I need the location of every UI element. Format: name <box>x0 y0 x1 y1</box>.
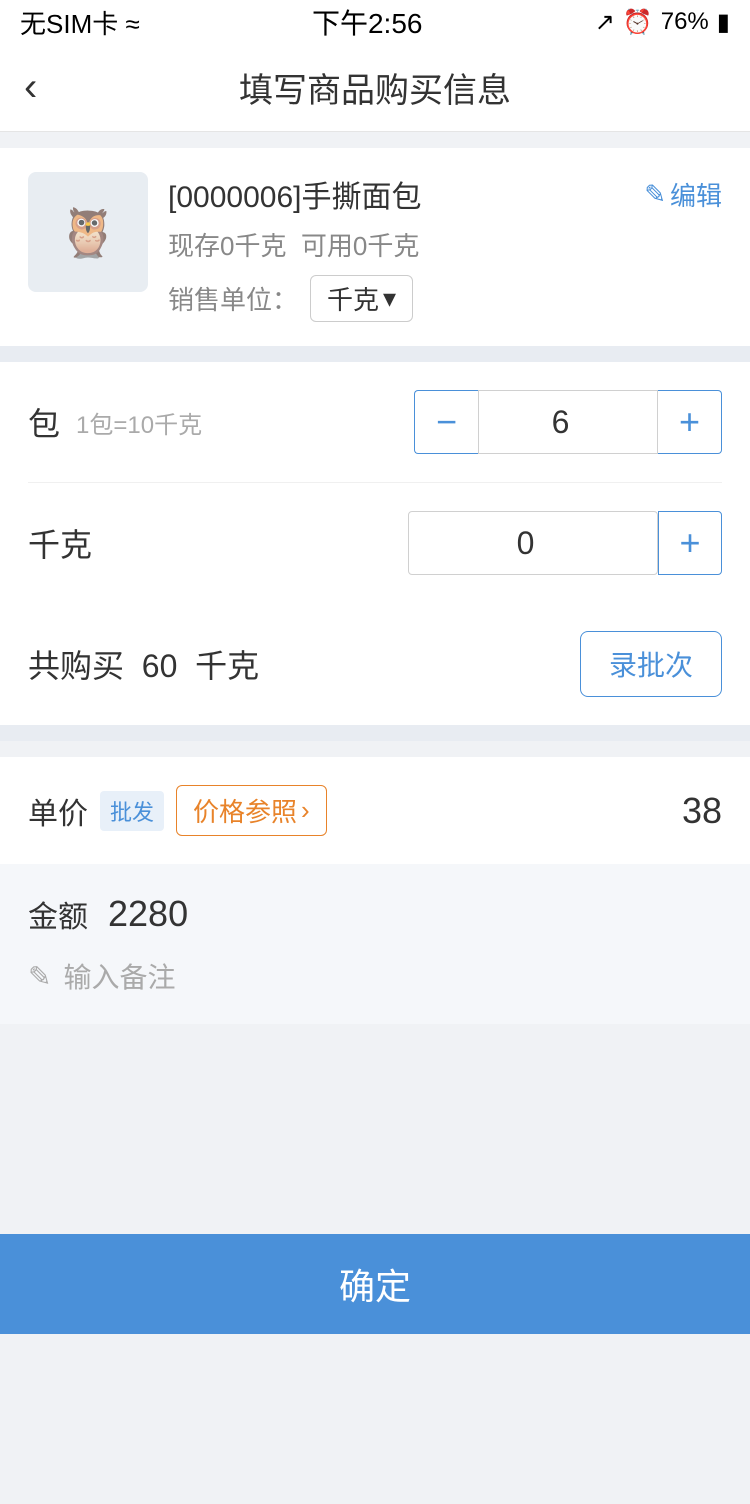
kg-label: 千克 <box>28 520 92 566</box>
price-value: 38 <box>682 790 722 832</box>
page-title: 填写商品购买信息 <box>239 63 511 112</box>
status-right: ↗ ⏰ 76% ▮ <box>595 8 730 37</box>
note-placeholder: 输入备注 <box>63 956 175 996</box>
kg-quantity-control: + <box>408 511 722 575</box>
kg-plus-button[interactable]: + <box>658 511 722 575</box>
product-name: [0000006]手撕面包 <box>168 172 722 216</box>
product-info: [0000006]手撕面包 现存0千克 可用0千克 销售单位： 千克 ▾ <box>168 172 722 322</box>
back-button[interactable]: ‹ <box>24 65 37 110</box>
alarm-icon: ⏰ <box>623 8 653 37</box>
nav-bar: ‹ 填写商品购买信息 <box>0 44 750 132</box>
package-input[interactable] <box>478 390 658 454</box>
price-ref-arrow-icon: › <box>301 795 310 826</box>
status-left: 无SIM卡 ≈ <box>20 4 140 41</box>
product-card: 🦉 [0000006]手撕面包 现存0千克 可用0千克 销售单位： 千克 ▾ ✎… <box>0 148 750 346</box>
status-bar: 无SIM卡 ≈ 下午2:56 ↗ ⏰ 76% ▮ <box>0 0 750 44</box>
edit-icon: ✎ <box>644 179 666 210</box>
dropdown-icon: ▾ <box>383 283 396 314</box>
package-input-row: 包 1包=10千克 − + <box>28 362 722 483</box>
package-hint: 1包=10千克 <box>76 405 202 440</box>
status-time: 下午2:56 <box>312 2 423 42</box>
pencil-icon: ✎ <box>28 960 51 993</box>
battery-icon: ▮ <box>717 8 730 37</box>
confirm-button[interactable]: 确定 <box>0 1234 750 1334</box>
divider-1 <box>0 346 750 362</box>
amount-value: 2280 <box>108 893 188 935</box>
product-unit: 销售单位： 千克 ▾ <box>168 275 722 322</box>
price-tag: 批发 <box>100 791 164 831</box>
price-label: 单价 <box>28 789 88 833</box>
sim-status: 无SIM卡 ≈ <box>20 4 140 41</box>
battery-status: 76% <box>661 8 709 36</box>
total-amount: 60 <box>142 648 178 684</box>
batch-button[interactable]: 录批次 <box>580 631 722 697</box>
price-section: 单价 批发 价格参照 › 38 <box>0 757 750 864</box>
divider-2 <box>0 725 750 741</box>
package-label: 包 1包=10千克 <box>28 399 202 445</box>
note-row[interactable]: ✎ 输入备注 <box>28 956 722 1024</box>
total-text: 共购买 60 千克 <box>28 641 259 687</box>
product-stock: 现存0千克 可用0千克 <box>168 226 722 263</box>
input-section: 包 1包=10千克 − + 千克 + <box>0 362 750 603</box>
package-plus-button[interactable]: + <box>658 390 722 454</box>
unit-select[interactable]: 千克 ▾ <box>310 275 413 322</box>
confirm-label: 确定 <box>339 1258 411 1310</box>
kg-input-row: 千克 + <box>28 483 722 603</box>
total-section: 共购买 60 千克 录批次 <box>0 603 750 725</box>
arrow-direction-icon: ↗ <box>595 8 615 37</box>
package-quantity-control: − + <box>414 390 722 454</box>
package-minus-button[interactable]: − <box>414 390 478 454</box>
price-reference-button[interactable]: 价格参照 › <box>176 785 327 836</box>
price-label-group: 单价 批发 价格参照 › <box>28 785 327 836</box>
amount-section: 金额 2280 ✎ 输入备注 <box>0 864 750 1024</box>
product-image: 🦉 <box>28 172 148 292</box>
edit-button[interactable]: ✎ 编辑 <box>644 176 722 213</box>
kg-input[interactable] <box>408 511 658 575</box>
owl-icon: 🦉 <box>58 204 118 261</box>
amount-label: 金额 <box>28 892 88 936</box>
amount-row: 金额 2280 <box>28 892 722 956</box>
